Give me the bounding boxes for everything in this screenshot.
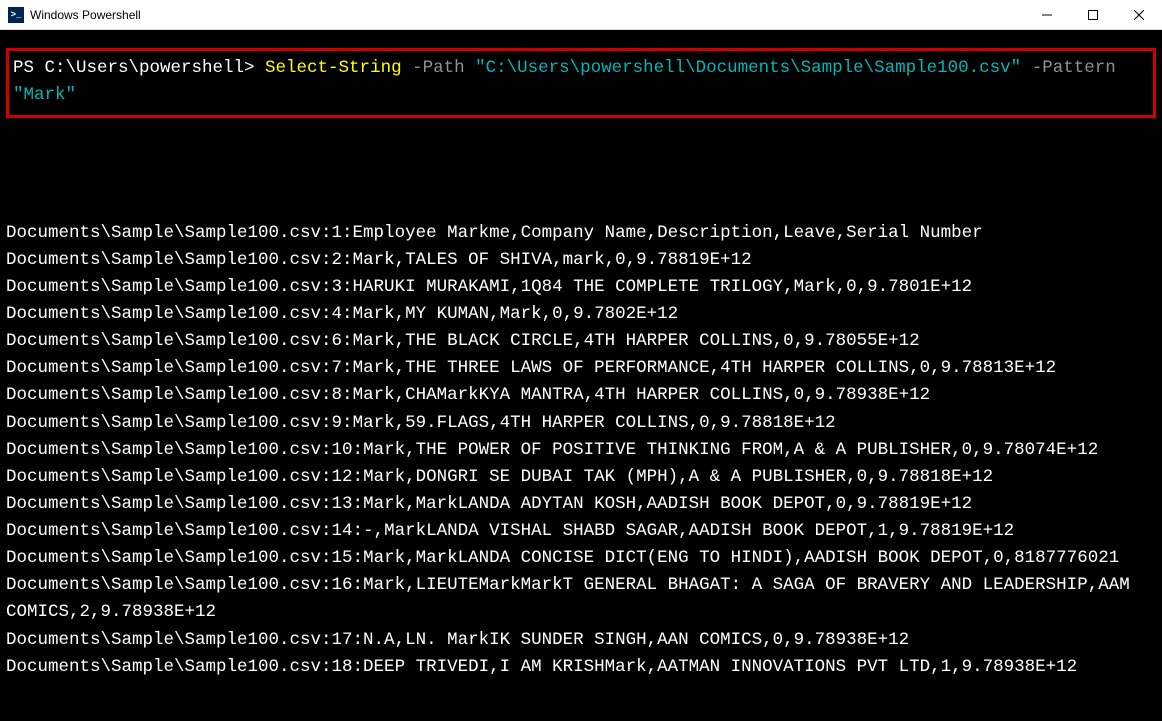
match-highlight: Mark (794, 274, 836, 301)
match-highlight: Mark (363, 572, 405, 599)
output-text: Documents\Sample\Sample100.csv:9: (6, 413, 353, 433)
maximize-icon (1088, 10, 1098, 20)
output-line: Documents\Sample\Sample100.csv:6:Mark,TH… (6, 328, 1156, 355)
match-highlight: Mark (353, 355, 395, 382)
match-highlight: Mark (353, 382, 395, 409)
match-highlight: Mark (363, 437, 405, 464)
output-text: Documents\Sample\Sample100.csv:4: (6, 304, 353, 324)
match-highlight: Mark (363, 491, 405, 518)
close-button[interactable] (1116, 0, 1162, 30)
output-line: Documents\Sample\Sample100.csv:3:HARUKI … (6, 274, 1156, 301)
output-text: Documents\Sample\Sample100.csv:14:-, (6, 521, 384, 541)
output-text: ,0,9.7801E+12 (836, 277, 973, 297)
cmdlet-name: Select-String (265, 58, 402, 78)
output-text: IK SUNDER SINGH,AAN COMICS,0,9.78938E+12 (489, 630, 909, 650)
match-highlight: Mark (353, 301, 395, 328)
match-highlight: Mark (384, 518, 426, 545)
output-line: Documents\Sample\Sample100.csv:17:N.A,LN… (6, 627, 1156, 654)
titlebar-left: >_ Windows Powershell (0, 7, 141, 23)
output-line: Documents\Sample\Sample100.csv:15:Mark,M… (6, 545, 1156, 572)
output-line: Documents\Sample\Sample100.csv:14:-,Mark… (6, 518, 1156, 545)
output-line: Documents\Sample\Sample100.csv:18:DEEP T… (6, 654, 1156, 681)
prompt-text: PS C:\Users\powershell> (13, 58, 265, 78)
output-text: Documents\Sample\Sample100.csv:17:N.A,LN… (6, 630, 447, 650)
match-highlight: Mark (363, 464, 405, 491)
match-highlight: Mark (353, 328, 395, 355)
match-highlight: Mark (447, 220, 489, 247)
param-path: -Path (402, 58, 476, 78)
output-text: Documents\Sample\Sample100.csv:6: (6, 331, 353, 351)
maximize-button[interactable] (1070, 0, 1116, 30)
output-text: Documents\Sample\Sample100.csv:3:HARUKI … (6, 277, 794, 297)
output-line: Documents\Sample\Sample100.csv:12:Mark,D… (6, 464, 1156, 491)
minimize-icon (1042, 10, 1052, 20)
output-text: ,MY KUMAN,Mark,0,9.7802E+12 (395, 304, 679, 324)
minimize-button[interactable] (1024, 0, 1070, 30)
window-controls (1024, 0, 1162, 30)
output-line: Documents\Sample\Sample100.csv:2:Mark,TA… (6, 247, 1156, 274)
titlebar[interactable]: >_ Windows Powershell (0, 0, 1162, 30)
output-line: Documents\Sample\Sample100.csv:4:Mark,MY… (6, 301, 1156, 328)
output-text: LANDA VISHAL SHABD SAGAR,AADISH BOOK DEP… (426, 521, 1014, 541)
output-line: Documents\Sample\Sample100.csv:9:Mark,59… (6, 410, 1156, 437)
output-line: Documents\Sample\Sample100.csv:10:Mark,T… (6, 437, 1156, 464)
match-highlight: Mark (447, 627, 489, 654)
pattern-string: "Mark" (13, 85, 76, 105)
output-text: ,MarkLANDA ADYTAN KOSH,AADISH BOOK DEPOT… (405, 494, 972, 514)
match-highlight: Mark (353, 247, 395, 274)
output-line: Documents\Sample\Sample100.csv:1:Employe… (6, 220, 1156, 247)
output-text: me,Company Name,Description,Leave,Serial… (489, 223, 983, 243)
close-icon (1134, 10, 1144, 20)
output-text: Documents\Sample\Sample100.csv:13: (6, 494, 363, 514)
output-line: Documents\Sample\Sample100.csv:8:Mark,CH… (6, 382, 1156, 409)
output-text: ,THE THREE LAWS OF PERFORMANCE,4TH HARPE… (395, 358, 1057, 378)
output-text: ,MarkLANDA CONCISE DICT(ENG TO HINDI),AA… (405, 548, 1119, 568)
path-string: "C:\Users\powershell\Documents\Sample\Sa… (475, 58, 1021, 78)
output-text: ,DONGRI SE DUBAI TAK (MPH),A & A PUBLISH… (405, 467, 993, 487)
terminal-area[interactable]: PS C:\Users\powershell> Select-String -P… (0, 30, 1162, 721)
output-text: Documents\Sample\Sample100.csv:10: (6, 440, 363, 460)
output-text: Documents\Sample\Sample100.csv:12: (6, 467, 363, 487)
output-line: Documents\Sample\Sample100.csv:13:Mark,M… (6, 491, 1156, 518)
match-highlight: Mark (353, 410, 395, 437)
output-text: ,59.FLAGS,4TH HARPER COLLINS,0,9.78818E+… (395, 413, 836, 433)
output-text: Documents\Sample\Sample100.csv:8: (6, 385, 353, 405)
output-text: Documents\Sample\Sample100.csv:7: (6, 358, 353, 378)
output-text: Documents\Sample\Sample100.csv:18:DEEP T… (6, 657, 1077, 677)
powershell-icon: >_ (8, 7, 24, 23)
output-line: Documents\Sample\Sample100.csv:16:Mark,L… (6, 572, 1156, 626)
output-text: ,THE POWER OF POSITIVE THINKING FROM,A &… (405, 440, 1098, 460)
output-text: Documents\Sample\Sample100.csv:15: (6, 548, 363, 568)
powershell-icon-glyph: >_ (11, 10, 22, 20)
output-text: ,CHAMarkKYA MANTRA,4TH HARPER COLLINS,0,… (395, 385, 931, 405)
param-pattern: -Pattern (1021, 58, 1116, 78)
command-highlight-box: PS C:\Users\powershell> Select-String -P… (6, 48, 1156, 118)
output-area: Documents\Sample\Sample100.csv:1:Employe… (0, 124, 1162, 681)
output-text: Documents\Sample\Sample100.csv:1:Employe… (6, 223, 447, 243)
output-text: Documents\Sample\Sample100.csv:16: (6, 575, 363, 595)
output-text: ,TALES OF SHIVA,mark,0,9.78819E+12 (395, 250, 752, 270)
output-line: Documents\Sample\Sample100.csv:7:Mark,TH… (6, 355, 1156, 382)
window-title: Windows Powershell (30, 8, 141, 22)
output-text: ,THE BLACK CIRCLE,4TH HARPER COLLINS,0,9… (395, 331, 920, 351)
output-text: Documents\Sample\Sample100.csv:2: (6, 250, 353, 270)
match-highlight: Mark (363, 545, 405, 572)
